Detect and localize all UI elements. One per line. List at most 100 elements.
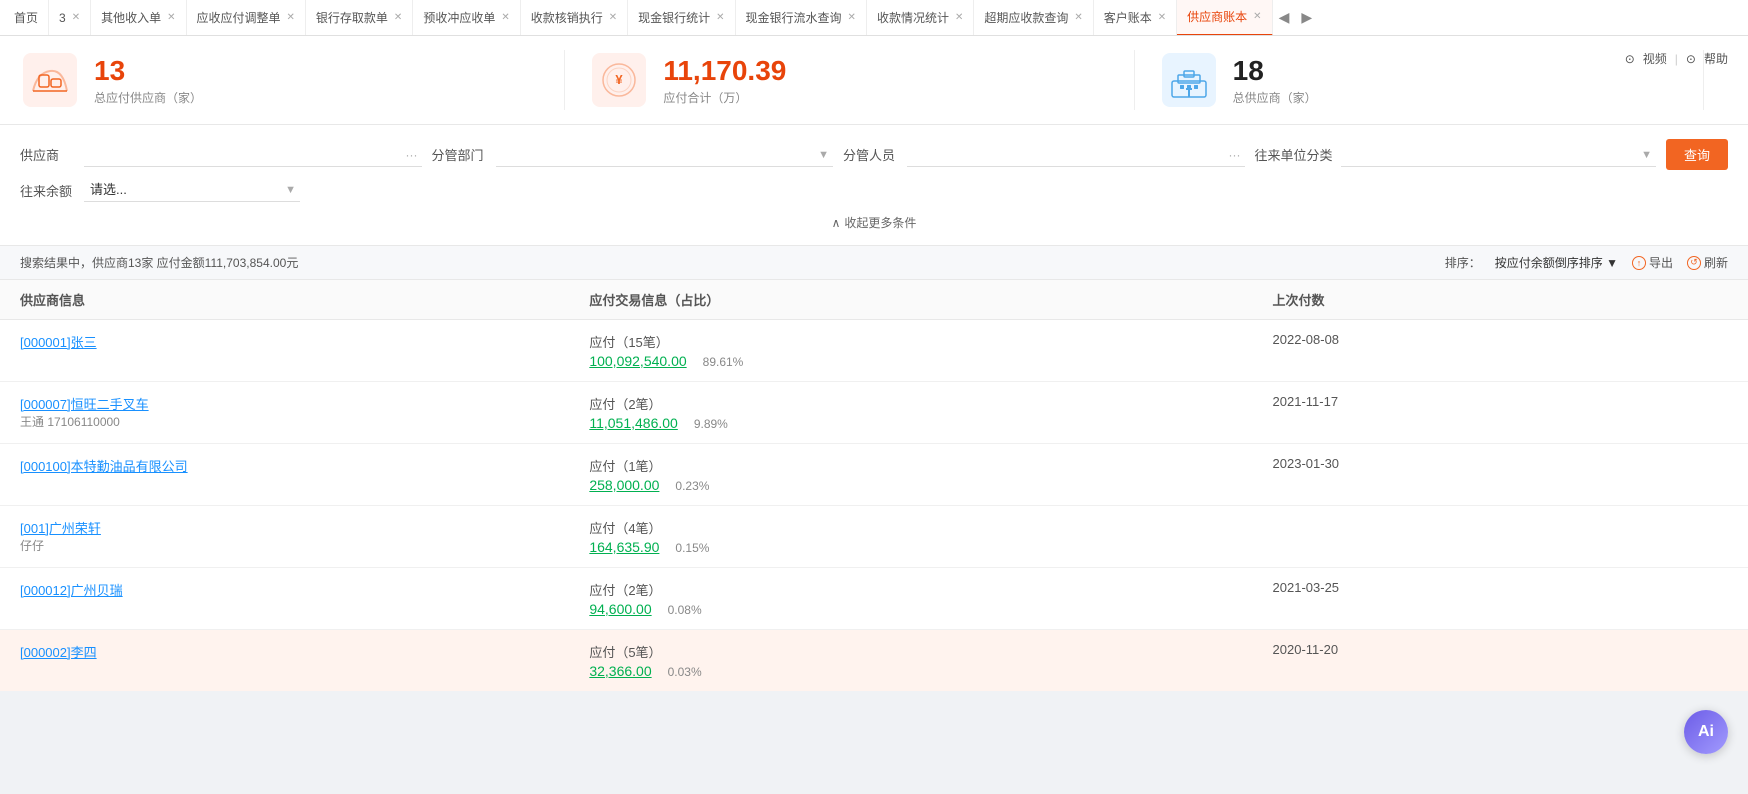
nav-tab-3[interactable]: 3 ✕ xyxy=(49,0,91,36)
supplier-dots-icon[interactable]: ··· xyxy=(406,148,418,162)
close-icon[interactable]: ✕ xyxy=(1253,11,1261,22)
sort-label: 排序： xyxy=(1445,254,1481,271)
last-pay-2: 2023-01-30 xyxy=(1273,456,1728,471)
trans-pct-0: 89.61% xyxy=(703,355,744,369)
sort-value[interactable]: 按应付余额倒序排序 ▼ xyxy=(1495,254,1618,271)
search-button[interactable]: 查询 xyxy=(1666,139,1728,170)
export-action[interactable]: ↑ 导出 xyxy=(1632,254,1673,271)
transaction-info-5: 应付（5笔） 32,366.00 0.03% xyxy=(589,642,1272,679)
trans-pct-1: 9.89% xyxy=(694,417,728,431)
collapse-up-icon: ∧ xyxy=(832,216,841,230)
trans-pct-4: 0.08% xyxy=(668,603,702,617)
nav-tab-advance-offset[interactable]: 预收冲应收单 ✕ xyxy=(413,0,520,36)
nav-tab-cash-bank-stats[interactable]: 现金银行统计 ✕ xyxy=(628,0,735,36)
close-icon[interactable]: ✕ xyxy=(955,12,963,23)
nav-tab-payment-stats[interactable]: 收款情况统计 ✕ xyxy=(867,0,974,36)
refresh-icon: ↺ xyxy=(1687,256,1701,270)
close-icon[interactable]: ✕ xyxy=(287,12,295,23)
supplier-info-2: [000100]本特勤油品有限公司 xyxy=(20,456,589,475)
nav-tab-home[interactable]: 首页 xyxy=(4,0,49,36)
dept-label: 分管部门 xyxy=(432,145,488,164)
nav-next-arrow[interactable]: ▶ xyxy=(1295,9,1318,26)
supplier-link-2[interactable]: [000100]本特勤油品有限公司 xyxy=(20,456,589,475)
supplier-link-3[interactable]: [001]广州荣轩 xyxy=(20,518,589,537)
dept-select[interactable] xyxy=(496,143,834,167)
person-label: 分管人员 xyxy=(843,145,899,164)
filter-supplier: 供应商 ··· xyxy=(20,143,422,167)
export-icon: ↑ xyxy=(1632,256,1646,270)
table-scroll: [000001]张三 应付（15笔） 100,092,540.00 89.61%… xyxy=(0,320,1748,691)
supplier-sub-1: 王通 17106110000 xyxy=(20,415,120,429)
supplier-input-wrap: ··· xyxy=(84,143,422,167)
filter-balance: 往来余额 请选... ▼ xyxy=(20,178,300,202)
trans-amount-4[interactable]: 94,600.00 xyxy=(589,601,651,617)
transaction-info-1: 应付（2笔） 11,051,486.00 9.89% xyxy=(589,394,1272,431)
result-summary-text: 搜索结果中，供应商13家 应付金额111,703,854.00元 xyxy=(20,254,298,271)
nav-tab-customer-ledger[interactable]: 客户账本 ✕ xyxy=(1094,0,1177,36)
close-icon[interactable]: ✕ xyxy=(167,12,175,23)
person-dots-icon[interactable]: ··· xyxy=(1229,148,1241,162)
category-label: 往来单位分类 xyxy=(1255,145,1333,164)
payable-total-label: 应付合计（万） xyxy=(663,89,786,106)
summary-text-total-suppliers: 18 总供应商（家） xyxy=(1233,54,1317,107)
refresh-action[interactable]: ↺ 刷新 xyxy=(1687,254,1728,271)
transaction-info-2: 应付（1笔） 258,000.00 0.23% xyxy=(589,456,1272,493)
video-icon: ⊙ xyxy=(1625,52,1635,66)
trans-label-2: 应付（1笔） xyxy=(589,456,1272,475)
nav-tab-overdue-query[interactable]: 超期应收款查询 ✕ xyxy=(974,0,1093,36)
result-bar: 搜索结果中，供应商13家 应付金额111,703,854.00元 排序： 按应付… xyxy=(0,246,1748,280)
nav-tab-cash-flow-query[interactable]: 现金银行流水查询 ✕ xyxy=(736,0,867,36)
total-suppliers-label: 总供应商（家） xyxy=(1233,89,1317,106)
close-icon[interactable]: ✕ xyxy=(848,12,856,23)
balance-select[interactable]: 请选... xyxy=(84,178,300,202)
person-input-wrap: ··· xyxy=(907,143,1245,167)
col-header-supplier: 供应商信息 xyxy=(20,290,589,309)
transaction-info-4: 应付（2笔） 94,600.00 0.08% xyxy=(589,580,1272,617)
close-icon[interactable]: ✕ xyxy=(716,12,724,23)
supplier-info-3: [001]广州荣轩 仔仔 xyxy=(20,518,589,554)
trans-label-1: 应付（2笔） xyxy=(589,394,1272,413)
nav-tab-other-income[interactable]: 其他收入单 ✕ xyxy=(91,0,186,36)
filter-category: 往来单位分类 ▼ xyxy=(1255,143,1657,167)
nav-prev-arrow[interactable]: ◀ xyxy=(1273,9,1296,26)
top-navigation: 首页 3 ✕ 其他收入单 ✕ 应收应付调整单 ✕ 银行存取款单 ✕ 预收冲应收单… xyxy=(0,0,1748,36)
supplier-link-1[interactable]: [000007]恒旺二手叉车 xyxy=(20,394,589,413)
trans-amount-5[interactable]: 32,366.00 xyxy=(589,663,651,679)
supplier-link-5[interactable]: [000002]李四 xyxy=(20,642,589,661)
close-icon[interactable]: ✕ xyxy=(1158,12,1166,23)
supplier-link-4[interactable]: [000012]广州贝瑞 xyxy=(20,580,589,599)
close-icon[interactable]: ✕ xyxy=(72,12,80,23)
payable-suppliers-label: 总应付供应商（家） xyxy=(94,89,202,106)
filter-row-2: 往来余额 请选... ▼ xyxy=(20,178,300,202)
close-icon[interactable]: ✕ xyxy=(501,12,509,23)
collapse-button[interactable]: ∧ 收起更多条件 xyxy=(20,210,1728,235)
trans-amount-3[interactable]: 164,635.90 xyxy=(589,539,659,555)
payable-suppliers-icon xyxy=(20,50,80,110)
category-select[interactable] xyxy=(1341,143,1656,167)
supplier-sub-3: 仔仔 xyxy=(20,539,44,553)
supplier-link-0[interactable]: [000001]张三 xyxy=(20,332,589,351)
payable-suppliers-number: 13 xyxy=(94,54,202,88)
trans-pct-3: 0.15% xyxy=(675,541,709,555)
filter-dept: 分管部门 ▼ xyxy=(432,143,834,167)
payable-total-icon: ¥ xyxy=(589,50,649,110)
supplier-input[interactable] xyxy=(84,143,422,167)
nav-tab-bank-deposit[interactable]: 银行存取款单 ✕ xyxy=(306,0,413,36)
close-icon[interactable]: ✕ xyxy=(394,12,402,23)
trans-amount-0[interactable]: 100,092,540.00 xyxy=(589,353,686,369)
supplier-info-5: [000002]李四 xyxy=(20,642,589,661)
summary-card-payable-total: ¥ 11,170.39 应付合计（万） xyxy=(589,50,1134,110)
nav-tab-payment-execution[interactable]: 收款核销执行 ✕ xyxy=(521,0,628,36)
nav-tab-ar-adjustment[interactable]: 应收应付调整单 ✕ xyxy=(187,0,306,36)
person-input[interactable] xyxy=(907,143,1245,167)
help-link[interactable]: 帮助 xyxy=(1704,50,1728,67)
ai-assistant-button[interactable]: Ai xyxy=(1684,710,1728,754)
close-icon[interactable]: ✕ xyxy=(1074,12,1082,23)
trans-amount-1[interactable]: 11,051,486.00 xyxy=(589,415,678,431)
video-link[interactable]: 视频 xyxy=(1643,50,1667,67)
table-row: [000001]张三 应付（15笔） 100,092,540.00 89.61%… xyxy=(0,320,1748,382)
nav-tab-supplier-ledger[interactable]: 供应商账本 ✕ xyxy=(1177,0,1272,36)
close-icon[interactable]: ✕ xyxy=(609,12,617,23)
dept-select-wrap: ▼ xyxy=(496,143,834,167)
trans-amount-2[interactable]: 258,000.00 xyxy=(589,477,659,493)
